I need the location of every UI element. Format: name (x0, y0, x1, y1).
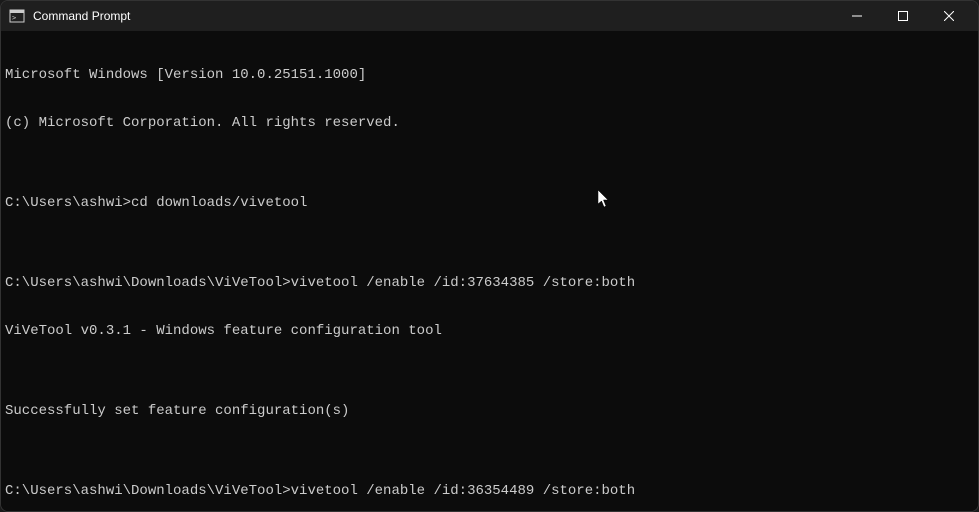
close-button[interactable] (926, 1, 972, 31)
svg-text:>_: >_ (12, 14, 21, 22)
terminal-line: Microsoft Windows [Version 10.0.25151.10… (5, 67, 974, 83)
window-title: Command Prompt (33, 9, 834, 23)
terminal-line: C:\Users\ashwi\Downloads\ViVeTool>viveto… (5, 483, 974, 499)
terminal-line: Successfully set feature configuration(s… (5, 403, 974, 419)
terminal-line: (c) Microsoft Corporation. All rights re… (5, 115, 974, 131)
terminal-line: ViVeTool v0.3.1 - Windows feature config… (5, 323, 974, 339)
maximize-button[interactable] (880, 1, 926, 31)
window-controls (834, 1, 972, 31)
titlebar[interactable]: >_ Command Prompt (1, 1, 978, 31)
terminal-output[interactable]: Microsoft Windows [Version 10.0.25151.10… (1, 31, 978, 511)
command-prompt-window: >_ Command Prompt Microsoft Windows [Ver… (0, 0, 979, 512)
command-prompt-icon: >_ (9, 8, 25, 24)
terminal-line: C:\Users\ashwi>cd downloads/vivetool (5, 195, 974, 211)
terminal-line: C:\Users\ashwi\Downloads\ViVeTool>viveto… (5, 275, 974, 291)
minimize-button[interactable] (834, 1, 880, 31)
